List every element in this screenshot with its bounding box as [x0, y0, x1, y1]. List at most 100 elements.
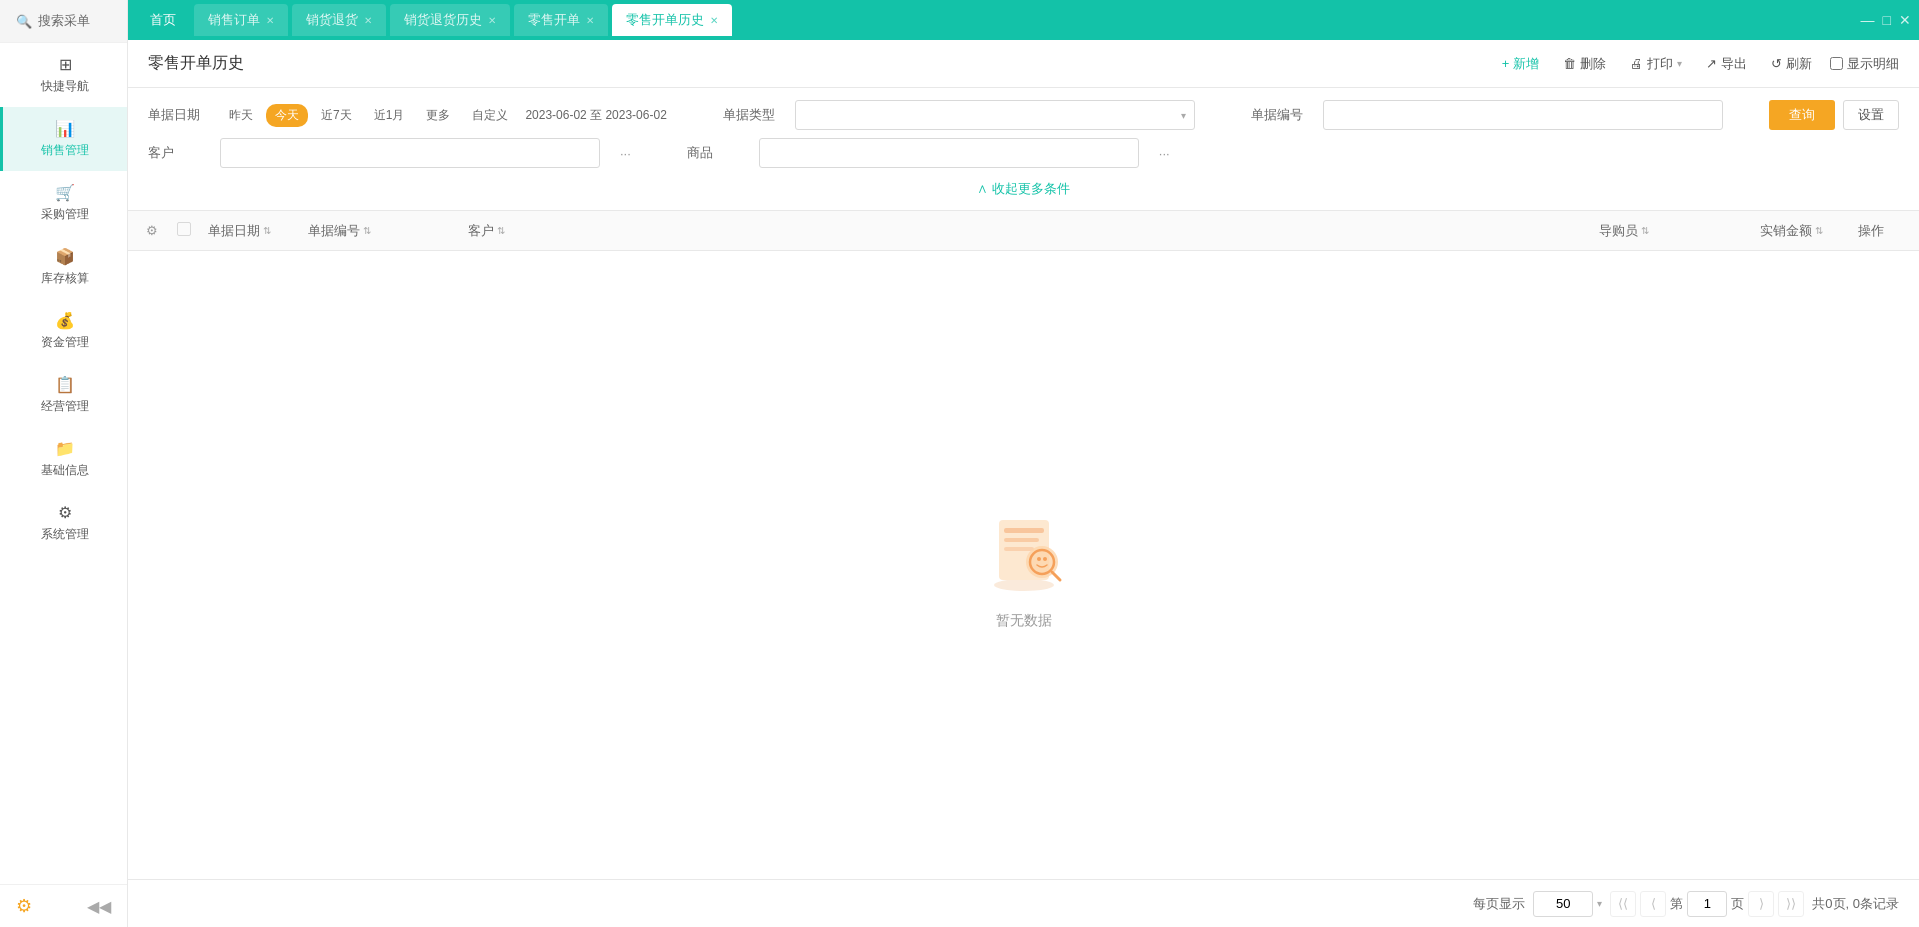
th-guide-label: 导购员 — [1599, 222, 1638, 240]
sidebar-search-label: 搜索采单 — [38, 12, 90, 30]
filter-settings-button[interactable]: 设置 — [1843, 100, 1899, 130]
query-button[interactable]: 查询 — [1769, 100, 1835, 130]
tab-sales-return-history[interactable]: 销货退货历史 ✕ — [390, 4, 510, 36]
th-guide-sort-icon: ⇅ — [1641, 225, 1649, 236]
goods-input[interactable] — [759, 138, 1139, 168]
tab-sales-return[interactable]: 销货退货✕ — [292, 4, 386, 36]
per-page-input[interactable] — [1533, 891, 1593, 917]
refresh-button[interactable]: ↺ 刷新 — [1765, 51, 1818, 77]
tab-label-sales-return-history: 销货退货历史 — [404, 11, 482, 29]
per-page-chevron-icon[interactable]: ▾ — [1597, 898, 1602, 909]
page-nav: ⟨⟨ ⟨ 第 页 ⟩ ⟩⟩ — [1610, 891, 1804, 917]
basic-info-icon: 📁 — [55, 439, 75, 458]
search-icon: 🔍 — [16, 14, 32, 29]
th-action: 操作 — [1831, 222, 1911, 240]
collapse-more-button[interactable]: ∧ 收起更多条件 — [977, 180, 1070, 198]
tab-close-sales-return[interactable]: ✕ — [364, 15, 372, 26]
print-button[interactable]: 🖨 打印 ▾ — [1624, 51, 1688, 77]
last-page-button[interactable]: ⟩⟩ — [1778, 891, 1804, 917]
add-button[interactable]: + 新增 — [1496, 51, 1545, 77]
th-amount[interactable]: 实销金额 ⇅ — [1711, 222, 1831, 240]
sidebar-search[interactable]: 🔍 搜索采单 — [0, 0, 127, 43]
finance-mgmt-label: 资金管理 — [41, 334, 89, 351]
bill-type-select[interactable]: ▾ — [795, 100, 1195, 130]
maximize-button[interactable]: □ — [1883, 12, 1891, 28]
quick-nav-label: 快捷导航 — [41, 78, 89, 95]
next-page-button[interactable]: ⟩ — [1748, 891, 1774, 917]
sidebar-item-purchase-mgmt[interactable]: 🛒 采购管理 — [0, 171, 127, 235]
sidebar-item-basic-info[interactable]: 📁 基础信息 — [0, 427, 127, 491]
th-date[interactable]: 单据日期 ⇅ — [200, 222, 300, 240]
empty-state-icon — [974, 500, 1074, 600]
date-btn-custom[interactable]: 自定义 — [463, 104, 517, 127]
th-amount-sort-icon: ⇅ — [1815, 225, 1823, 236]
page-label: 第 — [1670, 895, 1683, 913]
bill-no-filter-label: 单据编号 — [1251, 106, 1307, 124]
customer-ellipsis[interactable]: ··· — [620, 146, 631, 161]
tab-retail-open-history[interactable]: 零售开单历史 ✕ — [612, 4, 732, 36]
filter-panel: 单据日期 昨天 今天 近7天 近1月 更多 自定义 2023-06-02 至 2… — [128, 88, 1919, 211]
sidebar-item-sys-mgmt[interactable]: ⚙ 系统管理 — [0, 491, 127, 555]
th-date-label: 单据日期 — [208, 222, 260, 240]
tab-close-retail-open-history[interactable]: ✕ — [710, 15, 718, 26]
th-billno-label: 单据编号 — [308, 222, 360, 240]
date-btn-more[interactable]: 更多 — [417, 104, 459, 127]
bill-type-filter-label: 单据类型 — [723, 106, 779, 124]
tab-close-retail-open[interactable]: ✕ — [586, 15, 594, 26]
settings-icon[interactable]: ⚙ — [16, 895, 32, 917]
page-input[interactable] — [1687, 891, 1727, 917]
tab-retail-open[interactable]: 零售开单 ✕ — [514, 4, 608, 36]
checkbox-box[interactable] — [177, 222, 191, 236]
sidebar-item-finance-mgmt[interactable]: 💰 资金管理 — [0, 299, 127, 363]
toolbar: + 新增 🗑 删除 🖨 打印 ▾ ↗ 导出 ↺ 刷新 — [1496, 51, 1899, 77]
sys-mgmt-label: 系统管理 — [41, 526, 89, 543]
date-btn-7days[interactable]: 近7天 — [312, 104, 361, 127]
th-billno-sort-icon: ⇅ — [363, 225, 371, 236]
sidebar-item-inventory[interactable]: 📦 库存核算 — [0, 235, 127, 299]
date-filter-buttons: 昨天 今天 近7天 近1月 更多 自定义 2023-06-02 至 2023-0… — [220, 104, 667, 127]
sidebar-item-quick-nav[interactable]: ⊞ 快捷导航 — [0, 43, 127, 107]
th-billno[interactable]: 单据编号 ⇅ — [300, 222, 460, 240]
goods-ellipsis[interactable]: ··· — [1159, 146, 1170, 161]
th-customer-label: 客户 — [468, 222, 494, 240]
tab-close-sales-return-history[interactable]: ✕ — [488, 15, 496, 26]
date-filter-label: 单据日期 — [148, 106, 204, 124]
export-icon: ↗ — [1706, 56, 1717, 71]
bill-type-chevron-icon: ▾ — [1181, 110, 1186, 121]
date-btn-today[interactable]: 今天 — [266, 104, 308, 127]
first-page-button[interactable]: ⟨⟨ — [1610, 891, 1636, 917]
customer-filter-label: 客户 — [148, 144, 204, 162]
th-guide[interactable]: 导购员 ⇅ — [1591, 222, 1711, 240]
sidebar-footer: ⚙ ◀◀ — [0, 884, 127, 927]
date-btn-1month[interactable]: 近1月 — [365, 104, 414, 127]
tab-sales-order[interactable]: 销售订单 ✕ — [194, 4, 288, 36]
table-header: ⚙ 单据日期 ⇅ 单据编号 ⇅ 客户 ⇅ 导购员 ⇅ — [128, 211, 1919, 251]
tab-home[interactable]: 首页 — [136, 4, 190, 36]
empty-state: 暂无数据 — [128, 251, 1919, 879]
close-button[interactable]: ✕ — [1899, 12, 1911, 28]
delete-button[interactable]: 🗑 删除 — [1557, 51, 1612, 77]
select-all-checkbox[interactable] — [168, 222, 200, 239]
goods-filter-label: 商品 — [687, 144, 743, 162]
sidebar-item-ops-mgmt[interactable]: 📋 经营管理 — [0, 363, 127, 427]
show-detail-toggle[interactable]: 显示明细 — [1830, 55, 1899, 73]
export-button[interactable]: ↗ 导出 — [1700, 51, 1753, 77]
column-settings-icon[interactable]: ⚙ — [136, 223, 168, 238]
minimize-button[interactable]: — — [1861, 12, 1875, 28]
customer-input[interactable] — [220, 138, 600, 168]
show-detail-checkbox[interactable] — [1830, 57, 1843, 70]
tab-label-retail-open-history: 零售开单历史 — [626, 11, 704, 29]
print-chevron-icon: ▾ — [1677, 58, 1682, 69]
svg-rect-2 — [1004, 528, 1044, 533]
table-container: ⚙ 单据日期 ⇅ 单据编号 ⇅ 客户 ⇅ 导购员 ⇅ — [128, 211, 1919, 927]
tab-label-sales-order: 销售订单 — [208, 11, 260, 29]
date-btn-yesterday[interactable]: 昨天 — [220, 104, 262, 127]
sidebar-item-sales-mgmt[interactable]: 📊 销售管理 — [0, 107, 127, 171]
tab-close-sales-order[interactable]: ✕ — [266, 15, 274, 26]
page-end-label: 页 — [1731, 895, 1744, 913]
tab-label-retail-open: 零售开单 — [528, 11, 580, 29]
th-customer[interactable]: 客户 ⇅ — [460, 222, 1591, 240]
bill-no-input[interactable] — [1323, 100, 1723, 130]
collapse-sidebar-icon[interactable]: ◀◀ — [87, 897, 111, 916]
prev-page-button[interactable]: ⟨ — [1640, 891, 1666, 917]
